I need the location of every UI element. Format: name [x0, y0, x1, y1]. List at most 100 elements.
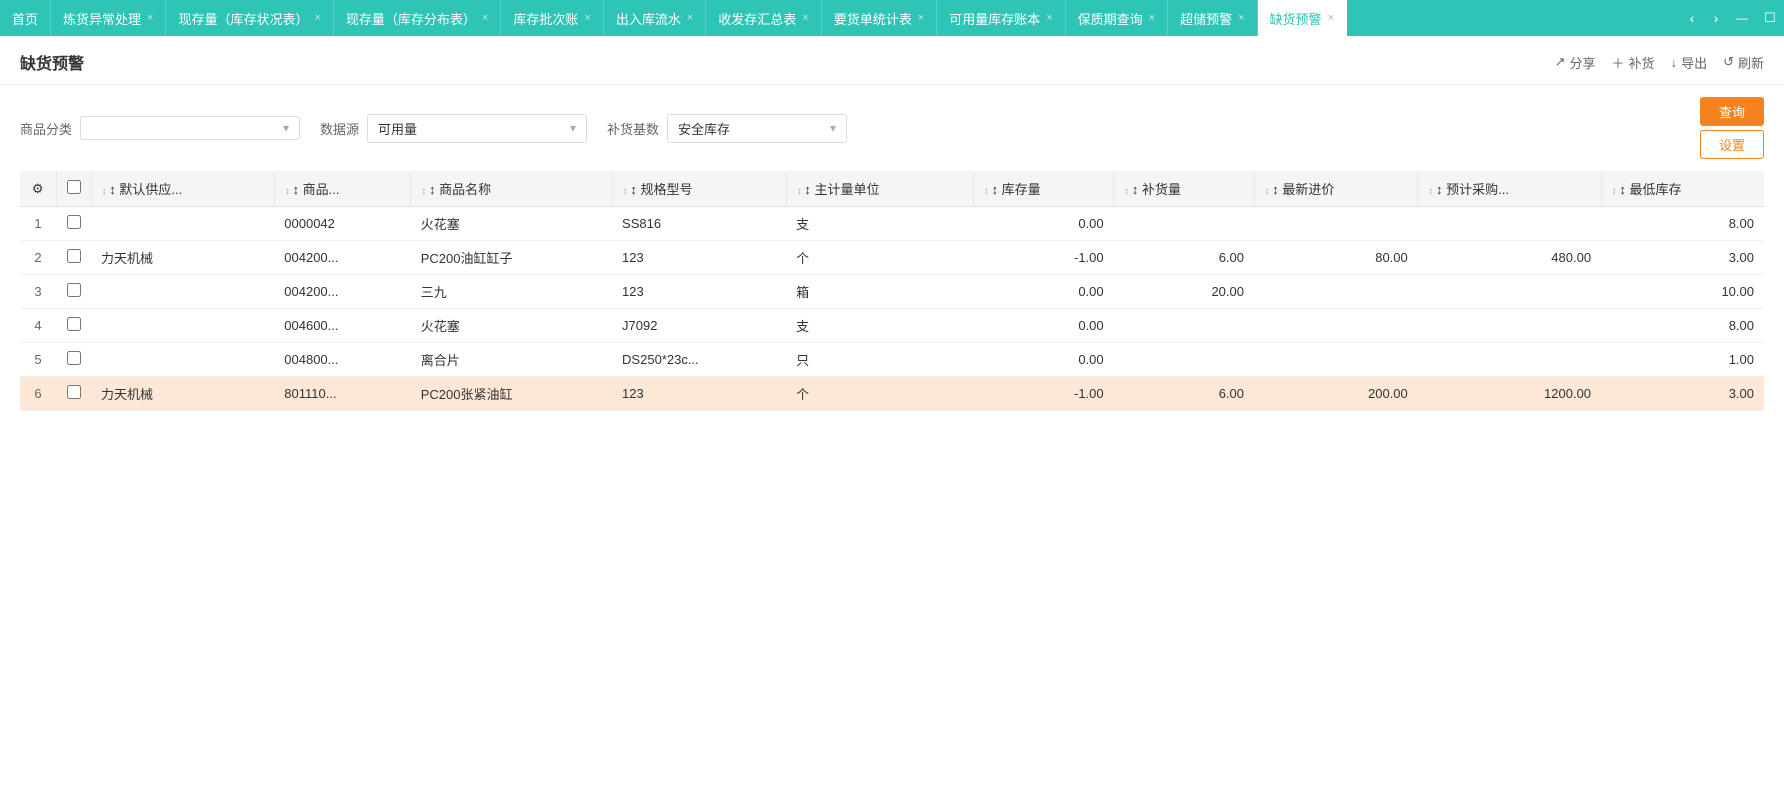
tab-yx-exception[interactable]: 炼货异常处理 × — [51, 0, 166, 36]
filter-category-select[interactable]: ▾ — [80, 116, 300, 140]
refresh-label: 刷新 — [1738, 53, 1764, 72]
share-action[interactable]: ↗分享 — [1555, 53, 1596, 72]
row-product-code: 801110... — [274, 377, 410, 411]
th-settings[interactable]: ⚙ — [20, 171, 56, 207]
tab-inout-flow[interactable]: 出入库流水 × — [604, 0, 706, 36]
row-select-checkbox[interactable] — [67, 317, 81, 331]
tab-close-stock-dist[interactable]: × — [482, 12, 488, 24]
row-select-checkbox[interactable] — [67, 249, 81, 263]
row-checkbox[interactable] — [56, 343, 91, 377]
filter-restock-arrow: ▾ — [830, 121, 836, 135]
restock-label: 补货 — [1629, 53, 1655, 72]
row-select-checkbox[interactable] — [67, 351, 81, 365]
row-stock-qty: 0.00 — [973, 275, 1113, 309]
tab-label: 出入库流水 — [616, 9, 681, 28]
tab-close-yx-exception[interactable]: × — [147, 12, 153, 24]
row-supplier — [91, 343, 274, 377]
tab-label: 超储预警 — [1180, 9, 1232, 28]
table-row: 1 0000042 火花塞 SS816 支 0.00 8.00 — [20, 207, 1764, 241]
th-stock-qty[interactable]: ↕ 库存量 — [973, 171, 1113, 207]
restock-action[interactable]: ＋补货 — [1612, 53, 1655, 72]
row-spec: SS816 — [612, 207, 786, 241]
filter-datasource-label: 数据源 — [320, 119, 359, 138]
tab-nav-prev[interactable]: ‹ — [1680, 0, 1704, 36]
tab-close-batch-account[interactable]: × — [584, 12, 590, 24]
row-min-stock: 3.00 — [1601, 377, 1764, 411]
tab-overstock[interactable]: 超储预警 × — [1168, 0, 1257, 36]
table-row: 3 004200... 三九 123 箱 0.00 20.00 10.00 — [20, 275, 1764, 309]
header-actions: ↗分享 ＋补货 ↓导出 ↺刷新 — [1555, 53, 1764, 72]
tab-label: 保质期查询 — [1078, 9, 1143, 28]
row-supplier: 力天机械 — [91, 377, 274, 411]
row-restock-qty: 20.00 — [1114, 275, 1254, 309]
row-est-purchase — [1418, 275, 1601, 309]
th-product-name[interactable]: ↕ 商品名称 — [411, 171, 612, 207]
tab-close-shortage[interactable]: × — [1328, 12, 1334, 24]
tab-expiry-query[interactable]: 保质期查询 × — [1066, 0, 1168, 36]
row-select-checkbox[interactable] — [67, 283, 81, 297]
row-spec: 123 — [612, 275, 786, 309]
filter-datasource-select[interactable]: 可用量 ▾ — [367, 114, 587, 143]
tab-home[interactable]: 首页 — [0, 0, 51, 36]
row-select-checkbox[interactable] — [67, 215, 81, 229]
tab-close-order-stats[interactable]: × — [918, 12, 924, 24]
tab-batch-account[interactable]: 库存批次账 × — [501, 0, 603, 36]
th-spec[interactable]: ↕ 规格型号 — [612, 171, 786, 207]
tab-recv-summary[interactable]: 收发存汇总表× — [706, 0, 821, 36]
tab-label: 首页 — [12, 9, 38, 28]
filter-restock-select[interactable]: 安全库存 ▾ — [667, 114, 847, 143]
tab-stock-status[interactable]: 现存量（库存状况表）× — [166, 0, 333, 36]
row-checkbox[interactable] — [56, 275, 91, 309]
tab-label: 库存批次账 — [513, 9, 578, 28]
share-label: 分享 — [1570, 53, 1596, 72]
row-index: 3 — [20, 275, 56, 309]
row-unit: 支 — [786, 207, 973, 241]
refresh-action[interactable]: ↺刷新 — [1723, 53, 1764, 72]
row-checkbox[interactable] — [56, 309, 91, 343]
row-checkbox[interactable] — [56, 207, 91, 241]
row-checkbox[interactable] — [56, 241, 91, 275]
tab-order-stats[interactable]: 要货单统计表× — [822, 0, 937, 36]
th-checkbox[interactable] — [56, 171, 91, 207]
tab-maximize[interactable]: ☐ — [1756, 0, 1784, 36]
tab-close-expiry-query[interactable]: × — [1149, 12, 1155, 24]
th-est-purchase[interactable]: ↕ 预计采购... — [1418, 171, 1601, 207]
tab-label: 缺货预警 — [1270, 9, 1322, 28]
table-row: 4 004600... 火花塞 J7092 支 0.00 8.00 — [20, 309, 1764, 343]
settings-button[interactable]: 设置 — [1700, 130, 1764, 159]
row-select-checkbox[interactable] — [67, 385, 81, 399]
row-unit: 个 — [786, 377, 973, 411]
th-product-code[interactable]: ↕ 商品... — [274, 171, 410, 207]
row-product-name: PC200油缸缸子 — [411, 241, 612, 275]
tab-close-inout-flow[interactable]: × — [687, 12, 693, 24]
row-supplier — [91, 207, 274, 241]
export-action[interactable]: ↓导出 — [1671, 53, 1708, 72]
tab-label: 炼货异常处理 — [63, 9, 141, 28]
filter-bar: 商品分类 ▾ 数据源 可用量 ▾ 补货基数 安全库存 ▾ 查询 设置 — [0, 85, 1784, 171]
filter-datasource-value: 可用量 — [378, 119, 417, 138]
th-restock-qty[interactable]: ↕ 补货量 — [1114, 171, 1254, 207]
tab-close-recv-summary[interactable]: × — [802, 12, 808, 24]
tab-avail-ledger[interactable]: 可用量库存账本× — [937, 0, 1065, 36]
tab-close-avail-ledger[interactable]: × — [1046, 12, 1052, 24]
tab-nav-next[interactable]: › — [1704, 0, 1728, 36]
row-checkbox[interactable] — [56, 377, 91, 411]
restock-icon: ＋ — [1612, 53, 1625, 72]
row-unit: 个 — [786, 241, 973, 275]
tab-close-overstock[interactable]: × — [1238, 12, 1244, 24]
tab-minimize-all[interactable]: — — [1728, 0, 1756, 36]
th-min-stock[interactable]: ↕ 最低库存 — [1601, 171, 1764, 207]
th-unit[interactable]: ↕ 主计量单位 — [786, 171, 973, 207]
select-all-checkbox[interactable] — [67, 180, 81, 194]
table-row: 6 力天机械 801110... PC200张紧油缸 123 个 -1.00 6… — [20, 377, 1764, 411]
page-header: 缺货预警 ↗分享＋补货↓导出↺刷新 — [0, 36, 1784, 85]
query-button[interactable]: 查询 — [1700, 97, 1764, 126]
th-supplier[interactable]: ↕ 默认供应... — [91, 171, 274, 207]
row-latest-price — [1254, 309, 1418, 343]
row-restock-qty — [1114, 343, 1254, 377]
tab-close-stock-status[interactable]: × — [314, 12, 320, 24]
tab-shortage[interactable]: 缺货预警 × — [1258, 0, 1347, 36]
th-latest-price[interactable]: ↕ 最新进价 — [1254, 171, 1418, 207]
tab-stock-dist[interactable]: 现存量（库存分布表）× — [334, 0, 501, 36]
row-unit: 箱 — [786, 275, 973, 309]
